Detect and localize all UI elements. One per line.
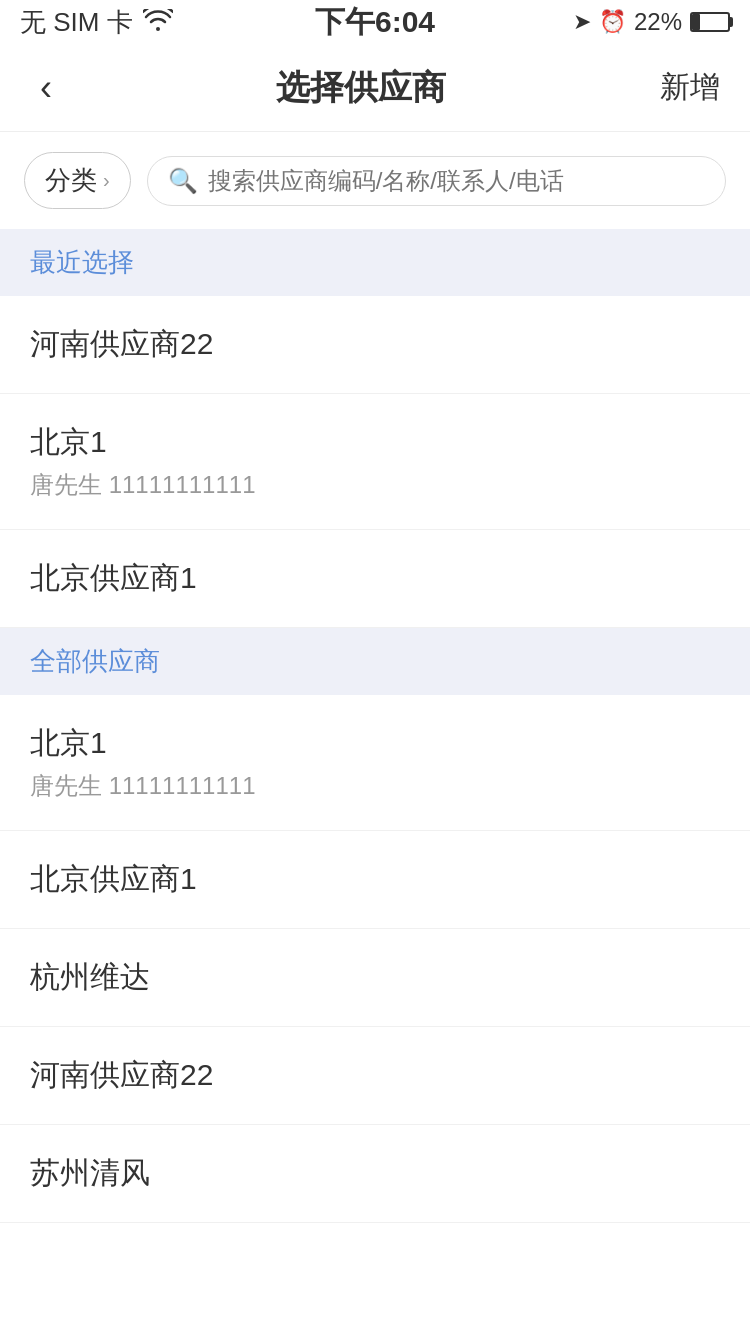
item-name: 河南供应商22 bbox=[30, 1055, 720, 1096]
list-item[interactable]: 北京1 唐先生 11111111111 bbox=[0, 695, 750, 831]
recent-section-label: 最近选择 bbox=[30, 247, 134, 277]
all-items-list: 北京1 唐先生 11111111111 北京供应商1 杭州维达河南供应商22 苏州清风 bbox=[0, 695, 750, 1223]
category-label: 分类 bbox=[45, 163, 97, 198]
list-item[interactable]: 河南供应商22 bbox=[0, 1027, 750, 1125]
wifi-icon bbox=[143, 7, 173, 38]
category-button[interactable]: 分类 › bbox=[24, 152, 131, 209]
nav-bar: ‹ 选择供应商 新增 bbox=[0, 44, 750, 132]
all-section-label: 全部供应商 bbox=[30, 646, 160, 676]
search-input[interactable] bbox=[208, 167, 705, 195]
item-name: 北京1 bbox=[30, 422, 720, 463]
page-title: 选择供应商 bbox=[276, 65, 446, 111]
battery-icon bbox=[690, 12, 730, 32]
recent-items-list: 河南供应商22 北京1 唐先生 11111111111 北京供应商1 bbox=[0, 296, 750, 628]
item-name: 杭州维达 bbox=[30, 957, 720, 998]
status-right: ➤ ⏰ 22% bbox=[573, 8, 730, 36]
all-section-header: 全部供应商 bbox=[0, 628, 750, 695]
list-item[interactable]: 苏州清风 bbox=[0, 1125, 750, 1223]
no-sim-label: 无 SIM 卡 bbox=[20, 5, 133, 40]
search-icon: 🔍 bbox=[168, 167, 198, 195]
item-sub: 唐先生 11111111111 bbox=[30, 770, 720, 802]
item-name: 河南供应商22 bbox=[30, 324, 720, 365]
item-sub: 唐先生 11111111111 bbox=[30, 469, 720, 501]
add-button[interactable]: 新增 bbox=[660, 67, 720, 108]
list-item[interactable]: 北京1 唐先生 11111111111 bbox=[0, 394, 750, 530]
recent-section-header: 最近选择 bbox=[0, 229, 750, 296]
item-name: 苏州清风 bbox=[30, 1153, 720, 1194]
item-name: 北京1 bbox=[30, 723, 720, 764]
list-item[interactable]: 北京供应商1 bbox=[0, 831, 750, 929]
status-bar: 无 SIM 卡 下午6:04 ➤ ⏰ 22% bbox=[0, 0, 750, 44]
list-item[interactable]: 北京供应商1 bbox=[0, 530, 750, 628]
search-input-wrap: 🔍 bbox=[147, 156, 726, 206]
back-button[interactable]: ‹ bbox=[30, 57, 62, 119]
alarm-icon: ⏰ bbox=[599, 9, 626, 35]
chevron-right-icon: › bbox=[103, 169, 110, 192]
list-item[interactable]: 河南供应商22 bbox=[0, 296, 750, 394]
search-bar: 分类 › 🔍 bbox=[0, 132, 750, 229]
battery-label: 22% bbox=[634, 8, 682, 36]
list-item[interactable]: 杭州维达 bbox=[0, 929, 750, 1027]
location-icon: ➤ bbox=[573, 9, 591, 35]
item-name: 北京供应商1 bbox=[30, 558, 720, 599]
item-name: 北京供应商1 bbox=[30, 859, 720, 900]
status-left: 无 SIM 卡 bbox=[20, 5, 173, 40]
status-time: 下午6:04 bbox=[315, 2, 435, 43]
